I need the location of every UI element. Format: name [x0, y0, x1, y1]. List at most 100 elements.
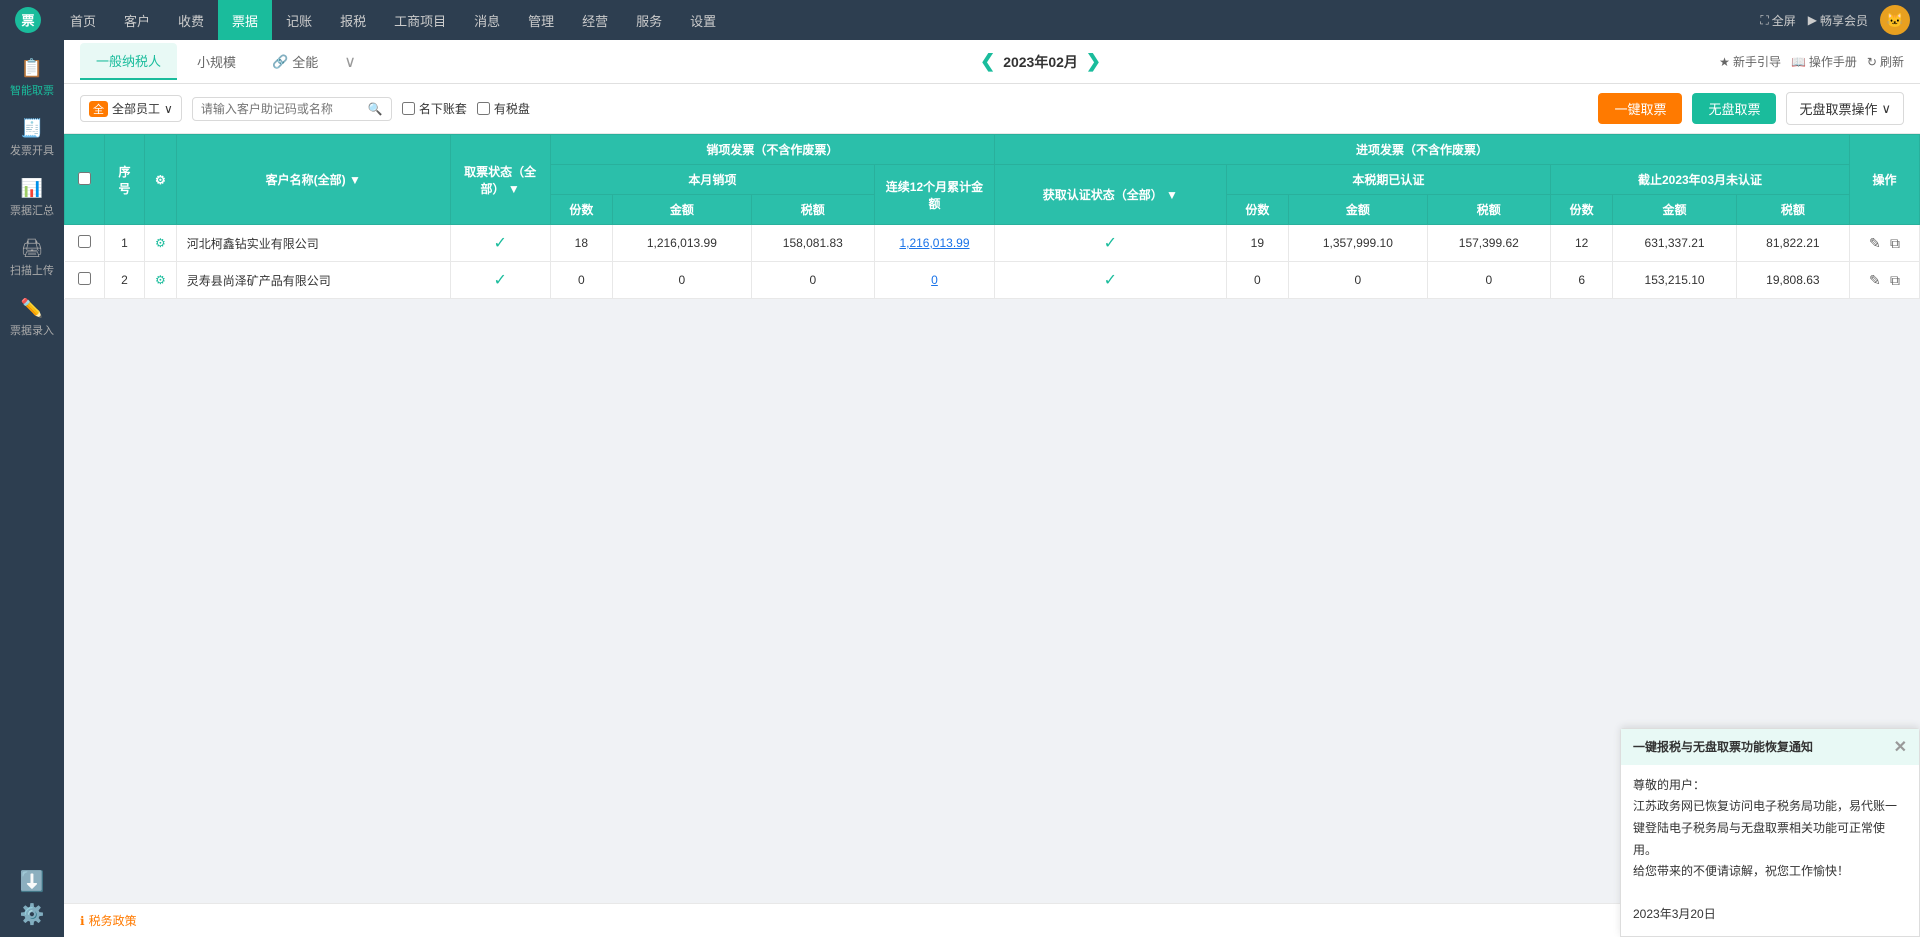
settings-icon[interactable]: ⚙️: [20, 902, 45, 927]
tab-small-scale[interactable]: 小规模: [181, 44, 252, 79]
row-edit-icon-0[interactable]: ✎: [1869, 235, 1881, 251]
row-monthly-amount-1: 0: [613, 262, 752, 299]
row-settings-0[interactable]: ⚙: [145, 225, 177, 262]
sub-account-checkbox-input[interactable]: [402, 102, 415, 115]
sidebar-item-scan-upload[interactable]: 🖨 扫描上传: [4, 230, 60, 286]
confirm-status-header[interactable]: 获取认证状态（全部） ▼: [994, 165, 1226, 225]
monthly-amount-header: 金额: [613, 195, 752, 225]
sidebar-item-issue-invoice[interactable]: 🧾 发票开具: [4, 110, 60, 166]
sidebar-item-fetch-ticket[interactable]: 📋 智能取票: [4, 50, 60, 106]
sidebar: 📋 智能取票 🧾 发票开具 📊 票据汇总 🖨 扫描上传 ✏️ 票据录入 ⬇️ ⚙…: [0, 40, 64, 937]
purchase-count-header: 份数: [1226, 195, 1288, 225]
row-unconfirm-amount-1: 153,215.10: [1613, 262, 1736, 299]
row-monthly-count-0: 18: [550, 225, 612, 262]
nav-service[interactable]: 服务: [622, 0, 676, 40]
row-unconfirm-amount-0: 631,337.21: [1613, 225, 1736, 262]
fetch-ticket-icon: 📋: [21, 58, 43, 79]
member-button[interactable]: ▶ 畅享会员: [1808, 12, 1868, 29]
manual-icon: 📖: [1791, 55, 1806, 69]
one-click-fetch-button[interactable]: 一键取票: [1598, 93, 1682, 124]
row-purchase-count-0: 19: [1226, 225, 1288, 262]
row-checkbox-0[interactable]: [65, 225, 105, 262]
new-guide-button[interactable]: ★ 新手引导: [1719, 53, 1781, 70]
manual-button[interactable]: 📖 操作手册: [1791, 53, 1857, 70]
invoice-table: 序号 ⚙ 客户名称(全部) ▼ 取票状态（全部） ▼ 销项发票（不含作废票） 进…: [64, 134, 1920, 299]
row-edit-icon-1[interactable]: ✎: [1869, 272, 1881, 288]
col-12month-header: 连续12个月累计金额: [874, 165, 994, 225]
nav-business[interactable]: 工商项目: [380, 0, 460, 40]
app-logo: 票: [10, 2, 46, 38]
select-all-checkbox[interactable]: [78, 172, 91, 185]
current-date: 2023年02月: [1003, 52, 1078, 72]
notification-body-scroll[interactable]: 尊敬的用户： 江苏政务网已恢复访问电子税务局功能，易代账一键登陆电子税务局与无盘…: [1621, 765, 1919, 936]
prev-month-button[interactable]: ❮: [980, 51, 995, 72]
monthly-sales-header: 本月销项: [550, 165, 874, 195]
row-copy-icon-0[interactable]: ⧉: [1890, 235, 1900, 251]
col-no-header: 序号: [105, 135, 145, 225]
tab-more-button[interactable]: ∨: [338, 52, 362, 72]
fullscreen-button[interactable]: ⛶ 全屏: [1760, 12, 1795, 29]
table-row: 2 ⚙ 灵寿县尚泽矿产品有限公司 ✓ 0 0 0 0 ✓ 0 0 0 6 153…: [65, 262, 1920, 299]
current-period-confirmed-header: 本税期已认证: [1226, 165, 1550, 195]
row-settings-1[interactable]: ⚙: [145, 262, 177, 299]
refresh-icon: ↻: [1867, 55, 1877, 69]
fullscreen-icon: ⛶: [1760, 13, 1768, 28]
row-purchase-amount-0: 1,357,999.10: [1289, 225, 1428, 262]
nav-operation[interactable]: 经营: [568, 0, 622, 40]
nav-customer[interactable]: 客户: [110, 0, 164, 40]
row-monthly-amount-0: 1,216,013.99: [613, 225, 752, 262]
nav-accounting[interactable]: 记账: [272, 0, 326, 40]
tab-general-taxpayer[interactable]: 一般纳税人: [80, 43, 177, 80]
nav-message[interactable]: 消息: [460, 0, 514, 40]
scan-icon: 🖨: [21, 238, 44, 259]
row-copy-icon-1[interactable]: ⧉: [1890, 272, 1900, 288]
col-action-header: 操作: [1850, 135, 1920, 225]
col-status-header[interactable]: 取票状态（全部） ▼: [450, 135, 550, 225]
nav-invoice[interactable]: 票据: [218, 0, 272, 40]
top-navigation: 票 首页 客户 收费 票据 记账 报税 工商项目 消息 管理 经营 服务 设置 …: [0, 0, 1920, 40]
nav-settings[interactable]: 设置: [676, 0, 730, 40]
nav-tax[interactable]: 报税: [326, 0, 380, 40]
tax-disk-checkbox-input[interactable]: [477, 102, 490, 115]
nav-manage[interactable]: 管理: [514, 0, 568, 40]
diskless-operations-button[interactable]: 无盘取票操作 ∨: [1786, 92, 1904, 125]
row-checkbox-1[interactable]: [65, 262, 105, 299]
download-icon[interactable]: ⬇️: [20, 869, 45, 894]
col-settings-header[interactable]: ⚙: [145, 135, 177, 225]
user-avatar[interactable]: 🐱: [1880, 5, 1910, 35]
sidebar-item-entry[interactable]: ✏️ 票据录入: [4, 290, 60, 346]
unconfirm-amount-header: 金额: [1613, 195, 1736, 225]
tab-all[interactable]: 🔗 全能: [256, 44, 334, 79]
employee-select[interactable]: 全 全部员工 ∨: [80, 95, 182, 122]
row-monthly-count-1: 0: [550, 262, 612, 299]
nav-home[interactable]: 首页: [56, 0, 110, 40]
nav-fee[interactable]: 收费: [164, 0, 218, 40]
employee-badge: 全: [89, 101, 108, 117]
diskless-fetch-button[interactable]: 无盘取票: [1692, 93, 1776, 124]
sidebar-item-summary[interactable]: 📊 票据汇总: [4, 170, 60, 226]
customer-search-input[interactable]: [201, 102, 368, 116]
nav-right-area: ⛶ 全屏 ▶ 畅享会员 🐱: [1760, 5, 1910, 35]
guide-icon: ★: [1719, 55, 1730, 69]
row-action-0: ✎ ⧉: [1850, 225, 1920, 262]
next-month-button[interactable]: ❯: [1086, 51, 1101, 72]
col-customer-header[interactable]: 客户名称(全部) ▼: [176, 135, 450, 225]
row-ticket-status-0: ✓: [450, 225, 550, 262]
tax-disk-checkbox[interactable]: 有税盘: [477, 100, 530, 117]
date-navigation: ❮ 2023年02月 ❯: [980, 51, 1101, 72]
confirm-status-filter-icon[interactable]: ▼: [1166, 188, 1178, 202]
entry-icon: ✏️: [21, 298, 43, 319]
info-icon: ℹ: [80, 914, 85, 928]
row-monthly-tax-0: 158,081.83: [751, 225, 874, 262]
sub-account-checkbox[interactable]: 名下账套: [402, 100, 467, 117]
notification-close-button[interactable]: ✕: [1894, 737, 1907, 757]
notification-title: 一键报税与无盘取票功能恢复通知: [1633, 738, 1813, 755]
status-filter-icon[interactable]: ▼: [508, 182, 520, 196]
row-action-1: ✎ ⧉: [1850, 262, 1920, 299]
search-icon[interactable]: 🔍: [368, 102, 383, 116]
row-confirm-status-0: ✓: [994, 225, 1226, 262]
row-cumulative-0: 1,216,013.99: [874, 225, 994, 262]
col-checkbox-header: [65, 135, 105, 225]
refresh-button[interactable]: ↻ 刷新: [1867, 53, 1904, 70]
customer-filter-icon[interactable]: ▼: [349, 173, 361, 187]
